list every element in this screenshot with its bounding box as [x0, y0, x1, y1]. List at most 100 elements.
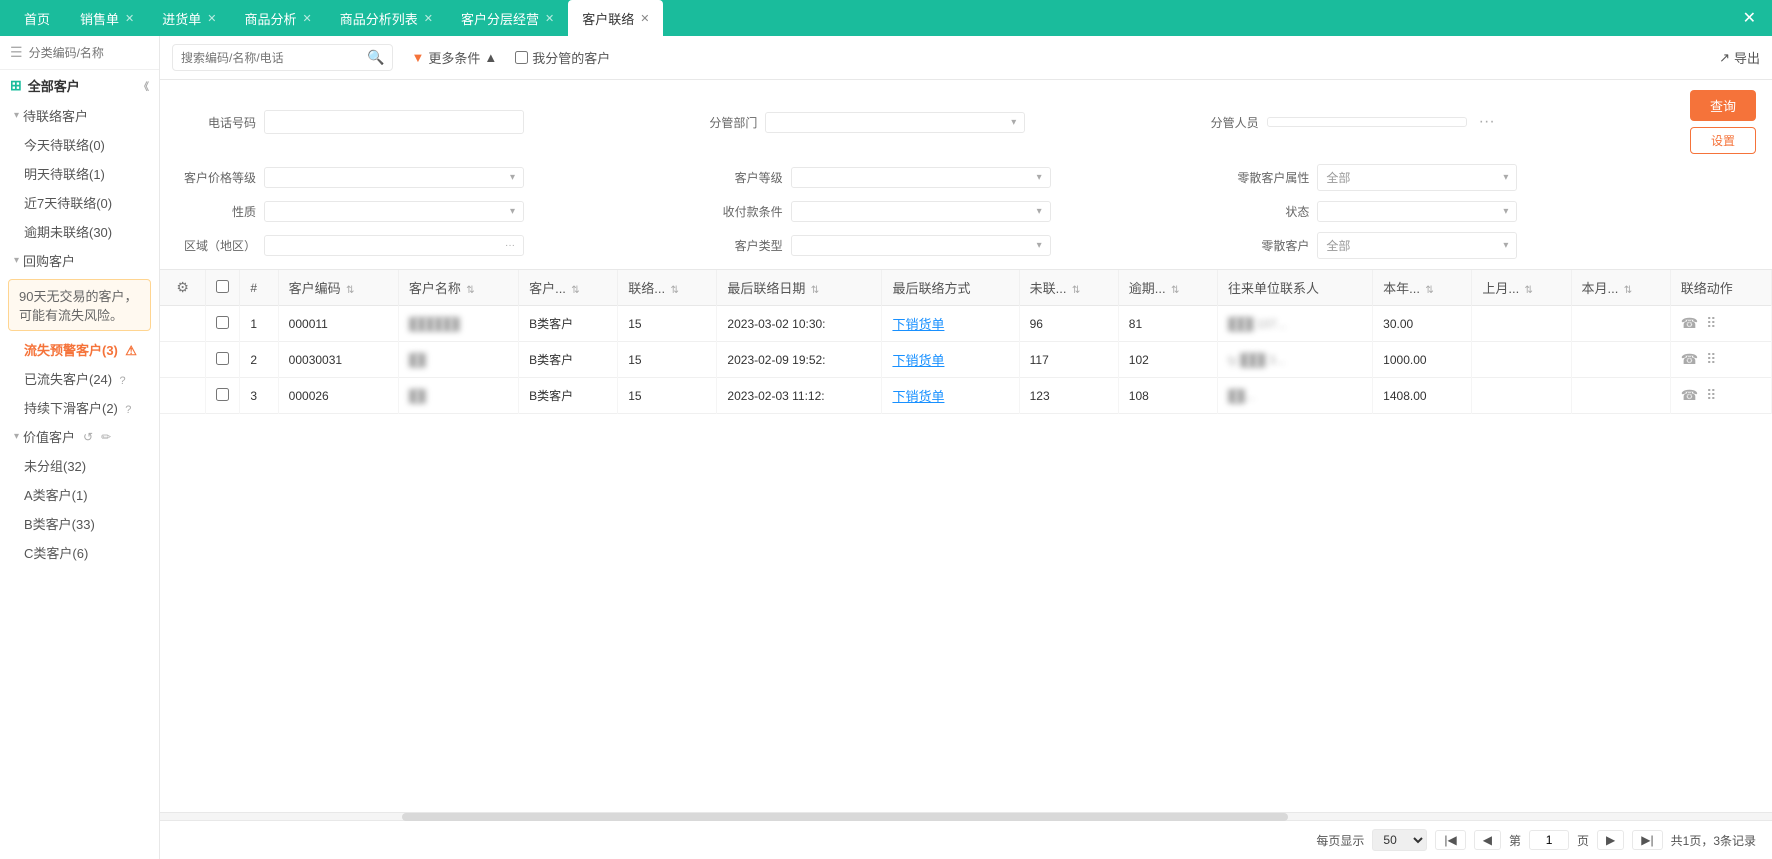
- sort-icon9[interactable]: ⇅: [1525, 285, 1533, 296]
- gear-icon[interactable]: ⚙: [176, 279, 189, 295]
- sort-icon7[interactable]: ⇅: [1171, 285, 1179, 296]
- per-page-select[interactable]: 50 100: [1372, 829, 1427, 851]
- row-index-2: 3: [240, 378, 278, 414]
- sort-icon10[interactable]: ⇅: [1624, 285, 1632, 296]
- customer-level-select[interactable]: ▾: [791, 167, 1051, 188]
- action-contact-icon-2[interactable]: ☎: [1681, 387, 1698, 404]
- status-select[interactable]: ▾: [1317, 201, 1517, 222]
- sidebar-item-a-class[interactable]: A类客户(1): [0, 480, 159, 509]
- sort-icon8[interactable]: ⇅: [1425, 285, 1433, 296]
- my-customers-checkbox[interactable]: [515, 51, 528, 64]
- zero-retail-attr-chevron-icon: ▾: [1503, 172, 1508, 183]
- zero-retail-attr-select[interactable]: 全部 ▾: [1317, 164, 1517, 191]
- close-tab-purchase[interactable]: ✕: [207, 12, 216, 25]
- sidebar-group-pending[interactable]: ▾ 待联络客户: [0, 101, 159, 130]
- row-name-2: ██: [398, 378, 518, 414]
- row-last-contact-way-2[interactable]: 下销货单: [882, 378, 1019, 414]
- row-last-contact-way-1[interactable]: 下销货单: [882, 342, 1019, 378]
- price-level-chevron-icon: ▾: [510, 172, 515, 183]
- last-month-column-header: 上月... ⇅: [1472, 270, 1571, 306]
- close-tab-sales[interactable]: ✕: [125, 12, 134, 25]
- tab-customer-segment[interactable]: 客户分层经营 ✕: [447, 0, 568, 36]
- sort-icon5[interactable]: ⇅: [811, 285, 819, 296]
- row-last-contact-way-0[interactable]: 下销货单: [882, 306, 1019, 342]
- row-last-month-1: [1472, 342, 1571, 378]
- horizontal-scrollbar[interactable]: [160, 812, 1772, 820]
- sort-icon2[interactable]: ⇅: [466, 285, 474, 296]
- search-input[interactable]: [181, 51, 361, 65]
- action-more-icon-1[interactable]: ⠿: [1706, 351, 1716, 368]
- region-select[interactable]: ···: [264, 235, 524, 256]
- tab-home[interactable]: 首页: [8, 0, 66, 36]
- close-tab-customer-segment[interactable]: ✕: [545, 12, 554, 25]
- filter-field-zero-retail: 零散客户 全部 ▾: [1229, 232, 1756, 259]
- gender-select[interactable]: ▾: [264, 201, 524, 222]
- collapse-sidebar-icon[interactable]: 《: [139, 78, 149, 93]
- sidebar-item-convert-down[interactable]: 持续下滑客户(2) ?: [0, 393, 159, 422]
- row-type-2: B类客户: [519, 378, 618, 414]
- query-button[interactable]: 查询: [1690, 90, 1756, 121]
- tab-customer-contact[interactable]: 客户联络 ✕: [568, 0, 663, 36]
- sidebar-item-already-churn[interactable]: 已流失客户(24) ?: [0, 364, 159, 393]
- row-checkbox-input-0[interactable]: [216, 316, 229, 329]
- sidebar-item-unsorted[interactable]: 未分组(32): [0, 451, 159, 480]
- my-customers-checkbox-label[interactable]: 我分管的客户: [515, 48, 610, 67]
- sort-icon4[interactable]: ⇅: [670, 285, 678, 296]
- tab-purchase[interactable]: 进货单 ✕: [148, 0, 230, 36]
- first-page-button[interactable]: |◀: [1435, 830, 1465, 850]
- close-tab-customer-contact[interactable]: ✕: [640, 12, 649, 25]
- row-last-month-0: [1472, 306, 1571, 342]
- row-uncontact-0: 96: [1019, 306, 1118, 342]
- prev-page-button[interactable]: ◀: [1474, 830, 1501, 850]
- status-chevron-icon: ▾: [1503, 206, 1508, 217]
- sidebar-item-overdue[interactable]: 逾期未联络(30): [0, 217, 159, 246]
- sidebar-item-c-class[interactable]: C类客户(6): [0, 538, 159, 567]
- zero-retail-select[interactable]: 全部 ▾: [1317, 232, 1517, 259]
- scrollbar-thumb[interactable]: [402, 813, 1289, 821]
- edit-icon[interactable]: ✏: [101, 430, 111, 444]
- select-all-checkbox[interactable]: [216, 280, 229, 293]
- action-contact-icon-1[interactable]: ☎: [1681, 351, 1698, 368]
- sidebar-group-value[interactable]: ▾ 价值客户 ↺ ✏: [0, 422, 159, 451]
- sidebar-group-churn[interactable]: ▾ 回购客户: [0, 246, 159, 275]
- tab-goods-list[interactable]: 商品分析列表 ✕: [326, 0, 447, 36]
- page-number-input[interactable]: [1529, 830, 1569, 850]
- action-more-icon-2[interactable]: ⠿: [1706, 387, 1716, 404]
- churn-tooltip: 90天无交易的客户，可能有流失风险。: [8, 279, 151, 331]
- arrow-icon: ▾: [14, 110, 19, 121]
- sidebar-item-churn-warning[interactable]: 流失预警客户(3) ⚠: [0, 335, 159, 364]
- last-page-button[interactable]: ▶|: [1632, 830, 1662, 850]
- action-contact-icon-0[interactable]: ☎: [1681, 315, 1698, 332]
- customer-type-select[interactable]: ▾: [791, 235, 1051, 256]
- tab-goods-analysis[interactable]: 商品分析 ✕: [230, 0, 325, 36]
- all-customers-header[interactable]: ⊞ 全部客户 《: [0, 70, 159, 101]
- setting-button[interactable]: 设置: [1690, 127, 1756, 154]
- sort-icon[interactable]: ⇅: [346, 285, 354, 296]
- sort-icon3[interactable]: ⇅: [571, 285, 579, 296]
- action-more-icon-0[interactable]: ⠿: [1706, 315, 1716, 332]
- dept-select[interactable]: ▾: [765, 112, 1025, 133]
- tab-sales[interactable]: 销售单 ✕: [66, 0, 148, 36]
- manager-select[interactable]: [1267, 117, 1467, 127]
- next-page-button[interactable]: ▶: [1597, 830, 1624, 850]
- table-header-row: ⚙ # 客户编码 ⇅ 客户名称 ⇅: [160, 270, 1772, 306]
- payment-select[interactable]: ▾: [791, 201, 1051, 222]
- search-button[interactable]: 🔍: [367, 49, 384, 66]
- close-tab-goods-analysis[interactable]: ✕: [303, 12, 312, 25]
- export-button[interactable]: ↗ 导出: [1719, 48, 1760, 67]
- refresh-icon[interactable]: ↺: [83, 430, 93, 444]
- more-conditions-button[interactable]: ▼ 更多条件 ▲: [403, 44, 505, 71]
- manager-more-icon[interactable]: ···: [1475, 113, 1499, 131]
- sort-icon6[interactable]: ⇅: [1072, 285, 1080, 296]
- window-close-button[interactable]: ✕: [1735, 8, 1764, 28]
- sidebar-item-week[interactable]: 近7天待联络(0): [0, 188, 159, 217]
- sidebar-item-today[interactable]: 今天待联络(0): [0, 130, 159, 159]
- sidebar-search-input[interactable]: [29, 46, 160, 60]
- row-checkbox-input-1[interactable]: [216, 352, 229, 365]
- row-checkbox-input-2[interactable]: [216, 388, 229, 401]
- close-tab-goods-list[interactable]: ✕: [424, 12, 433, 25]
- phone-input[interactable]: [264, 110, 524, 134]
- sidebar-item-tomorrow[interactable]: 明天待联络(1): [0, 159, 159, 188]
- sidebar-item-b-class[interactable]: B类客户(33): [0, 509, 159, 538]
- price-level-select[interactable]: ▾: [264, 167, 524, 188]
